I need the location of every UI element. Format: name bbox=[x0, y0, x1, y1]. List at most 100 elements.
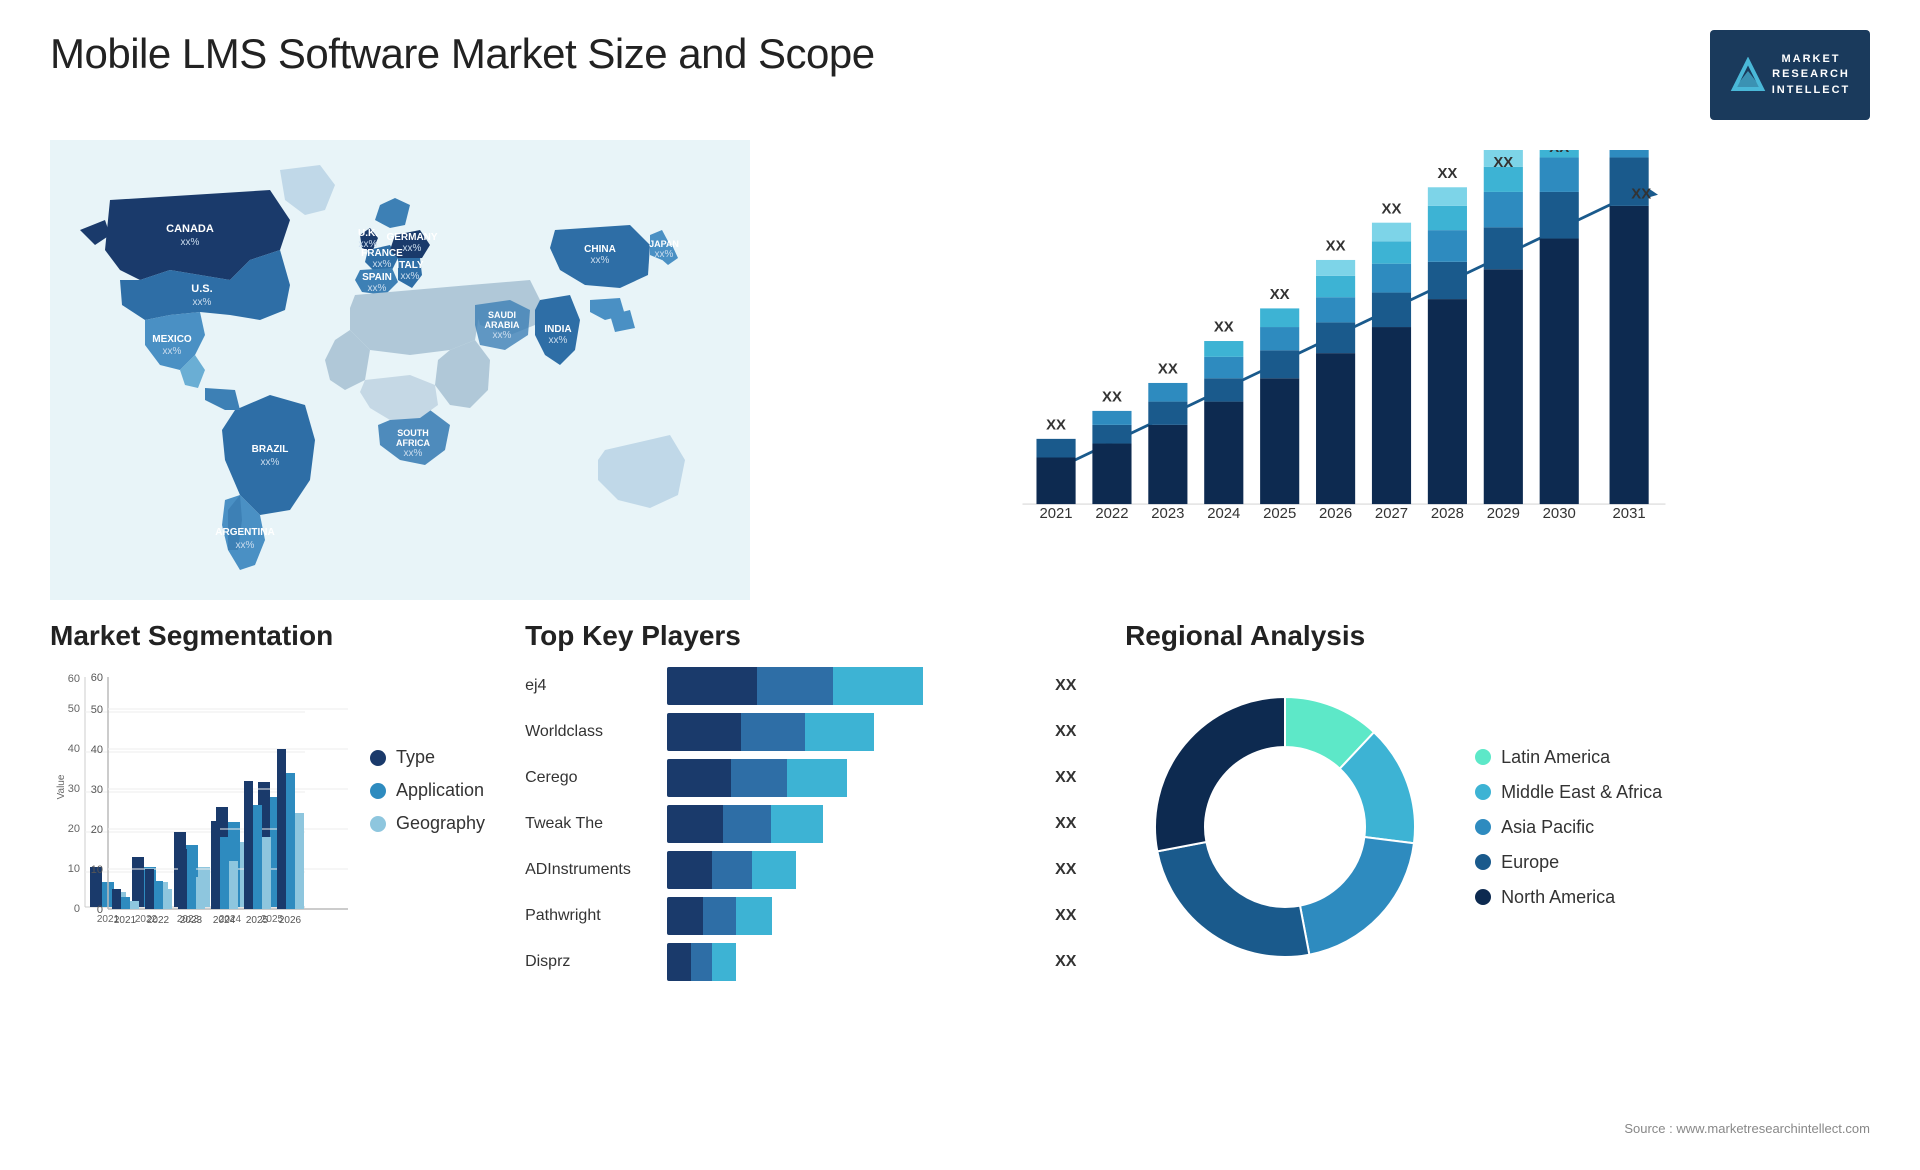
segmentation-title: Market Segmentation bbox=[50, 620, 485, 652]
player-bar-wrap bbox=[667, 897, 1035, 935]
svg-text:xx%: xx% bbox=[236, 540, 255, 551]
svg-text:2029: 2029 bbox=[1487, 506, 1520, 522]
player-val: XX bbox=[1055, 677, 1085, 695]
legend-geography-label: Geography bbox=[396, 813, 485, 834]
regional-title: Regional Analysis bbox=[1125, 620, 1870, 652]
svg-text:GERMANY: GERMANY bbox=[386, 232, 437, 243]
svg-text:2023: 2023 bbox=[1151, 506, 1184, 522]
donut-svg bbox=[1125, 667, 1445, 987]
donut-segment bbox=[1157, 842, 1309, 957]
player-val: XX bbox=[1055, 815, 1085, 833]
seg-bar-chart: 0 10 20 30 40 50 60 bbox=[70, 667, 350, 947]
logo-box: MARKET RESEARCH INTELLECT bbox=[1710, 30, 1870, 120]
svg-text:2025: 2025 bbox=[246, 915, 269, 926]
svg-text:60: 60 bbox=[91, 672, 103, 684]
player-bar bbox=[667, 805, 906, 843]
donut-chart bbox=[1125, 667, 1445, 987]
player-name: Pathwright bbox=[525, 907, 655, 925]
svg-text:INDIA: INDIA bbox=[544, 324, 571, 335]
svg-text:XX: XX bbox=[1549, 150, 1569, 156]
geography-dot bbox=[370, 816, 386, 832]
logo-area: MARKET RESEARCH INTELLECT bbox=[1710, 30, 1870, 120]
svg-text:2022: 2022 bbox=[1095, 506, 1128, 522]
regional-legend-item: Asia Pacific bbox=[1475, 817, 1662, 838]
svg-text:xx%: xx% bbox=[373, 259, 392, 270]
svg-text:XX: XX bbox=[1270, 287, 1290, 303]
donut-segment bbox=[1300, 837, 1414, 955]
legend-application-label: Application bbox=[396, 780, 484, 801]
svg-text:10: 10 bbox=[91, 864, 103, 876]
svg-text:XX: XX bbox=[1214, 320, 1234, 336]
player-row: DisprzXX bbox=[525, 943, 1085, 981]
svg-text:CANADA: CANADA bbox=[166, 223, 214, 235]
player-name: ADInstruments bbox=[525, 861, 655, 879]
world-map-svg: CANADA xx% U.S. xx% MEXICO xx% BRAZIL xx… bbox=[50, 140, 750, 600]
svg-text:xx%: xx% bbox=[401, 271, 420, 282]
svg-text:XX: XX bbox=[1046, 418, 1066, 434]
svg-text:xx%: xx% bbox=[591, 255, 610, 266]
svg-text:xx%: xx% bbox=[193, 297, 212, 308]
svg-text:2024: 2024 bbox=[213, 915, 236, 926]
svg-text:2027: 2027 bbox=[1375, 506, 1408, 522]
player-val: XX bbox=[1055, 953, 1085, 971]
svg-text:XX: XX bbox=[1158, 362, 1178, 378]
svg-text:xx%: xx% bbox=[655, 249, 674, 260]
player-bar-wrap bbox=[667, 943, 1035, 981]
svg-text:Value: Value bbox=[56, 774, 67, 799]
svg-text:XX: XX bbox=[1437, 166, 1457, 182]
top-section: CANADA xx% U.S. xx% MEXICO xx% BRAZIL xx… bbox=[50, 140, 1870, 600]
svg-text:2022: 2022 bbox=[147, 915, 170, 926]
type-dot bbox=[370, 750, 386, 766]
player-row: ej4XX bbox=[525, 667, 1085, 705]
svg-text:ARGENTINA: ARGENTINA bbox=[215, 527, 274, 538]
player-val: XX bbox=[1055, 907, 1085, 925]
svg-text:CHINA: CHINA bbox=[584, 244, 616, 255]
players-title: Top Key Players bbox=[525, 620, 1085, 652]
svg-text:xx%: xx% bbox=[403, 243, 422, 254]
player-val: XX bbox=[1055, 769, 1085, 787]
regional-legend-dot bbox=[1475, 819, 1491, 835]
player-bar-wrap bbox=[667, 851, 1035, 889]
svg-text:xx%: xx% bbox=[404, 448, 423, 459]
svg-text:AFRICA: AFRICA bbox=[396, 438, 430, 448]
regional-legend-dot bbox=[1475, 749, 1491, 765]
legend-application: Application bbox=[370, 780, 485, 801]
player-bar bbox=[667, 713, 943, 751]
bar-chart-svg: 2021 XX 2022 XX 2023 XX 2024 bbox=[810, 150, 1850, 560]
svg-text:xx%: xx% bbox=[163, 346, 182, 357]
svg-text:U.S.: U.S. bbox=[191, 283, 212, 295]
player-val: XX bbox=[1055, 861, 1085, 879]
svg-text:2024: 2024 bbox=[1207, 506, 1240, 522]
bottom-section: Market Segmentation 0 10 20 30 40 50 60 bbox=[50, 620, 1870, 1170]
player-bar bbox=[667, 897, 863, 935]
logo-text-line3: INTELLECT bbox=[1772, 83, 1851, 98]
player-name: Cerego bbox=[525, 769, 655, 787]
regional-legend-dot bbox=[1475, 784, 1491, 800]
players-list: ej4XX WorldclassXX Cerego XX Tweak The XX ADIn… bbox=[525, 667, 1085, 981]
svg-text:XX: XX bbox=[1382, 201, 1402, 217]
regional-content: Latin AmericaMiddle East & AfricaAsia Pa… bbox=[1125, 667, 1870, 987]
seg-legend: Type Application Geography bbox=[370, 667, 485, 834]
svg-text:JAPAN: JAPAN bbox=[649, 239, 679, 249]
svg-text:2026: 2026 bbox=[279, 915, 302, 926]
svg-text:2023: 2023 bbox=[180, 915, 203, 926]
source-text: Source : www.marketresearchintellect.com bbox=[1624, 1121, 1870, 1136]
regional-legend: Latin AmericaMiddle East & AfricaAsia Pa… bbox=[1475, 747, 1662, 908]
map-container: CANADA xx% U.S. xx% MEXICO xx% BRAZIL xx… bbox=[50, 140, 750, 600]
player-bar bbox=[667, 851, 885, 889]
player-bar bbox=[667, 667, 974, 705]
legend-geography: Geography bbox=[370, 813, 485, 834]
svg-text:SPAIN: SPAIN bbox=[362, 272, 392, 283]
regional-section: Regional Analysis Latin AmericaMiddle Ea… bbox=[1125, 620, 1870, 1170]
player-name: Tweak The bbox=[525, 815, 655, 833]
svg-text:2028: 2028 bbox=[1431, 506, 1464, 522]
svg-text:20: 20 bbox=[91, 824, 103, 836]
player-row: WorldclassXX bbox=[525, 713, 1085, 751]
svg-text:xx%: xx% bbox=[261, 457, 280, 468]
player-val: XX bbox=[1055, 723, 1085, 741]
svg-text:XX: XX bbox=[1102, 390, 1122, 406]
regional-legend-dot bbox=[1475, 889, 1491, 905]
player-bar-wrap bbox=[667, 713, 1035, 751]
svg-text:xx%: xx% bbox=[549, 335, 568, 346]
seg-chart-area: 0 10 20 30 40 50 60 bbox=[50, 667, 485, 952]
